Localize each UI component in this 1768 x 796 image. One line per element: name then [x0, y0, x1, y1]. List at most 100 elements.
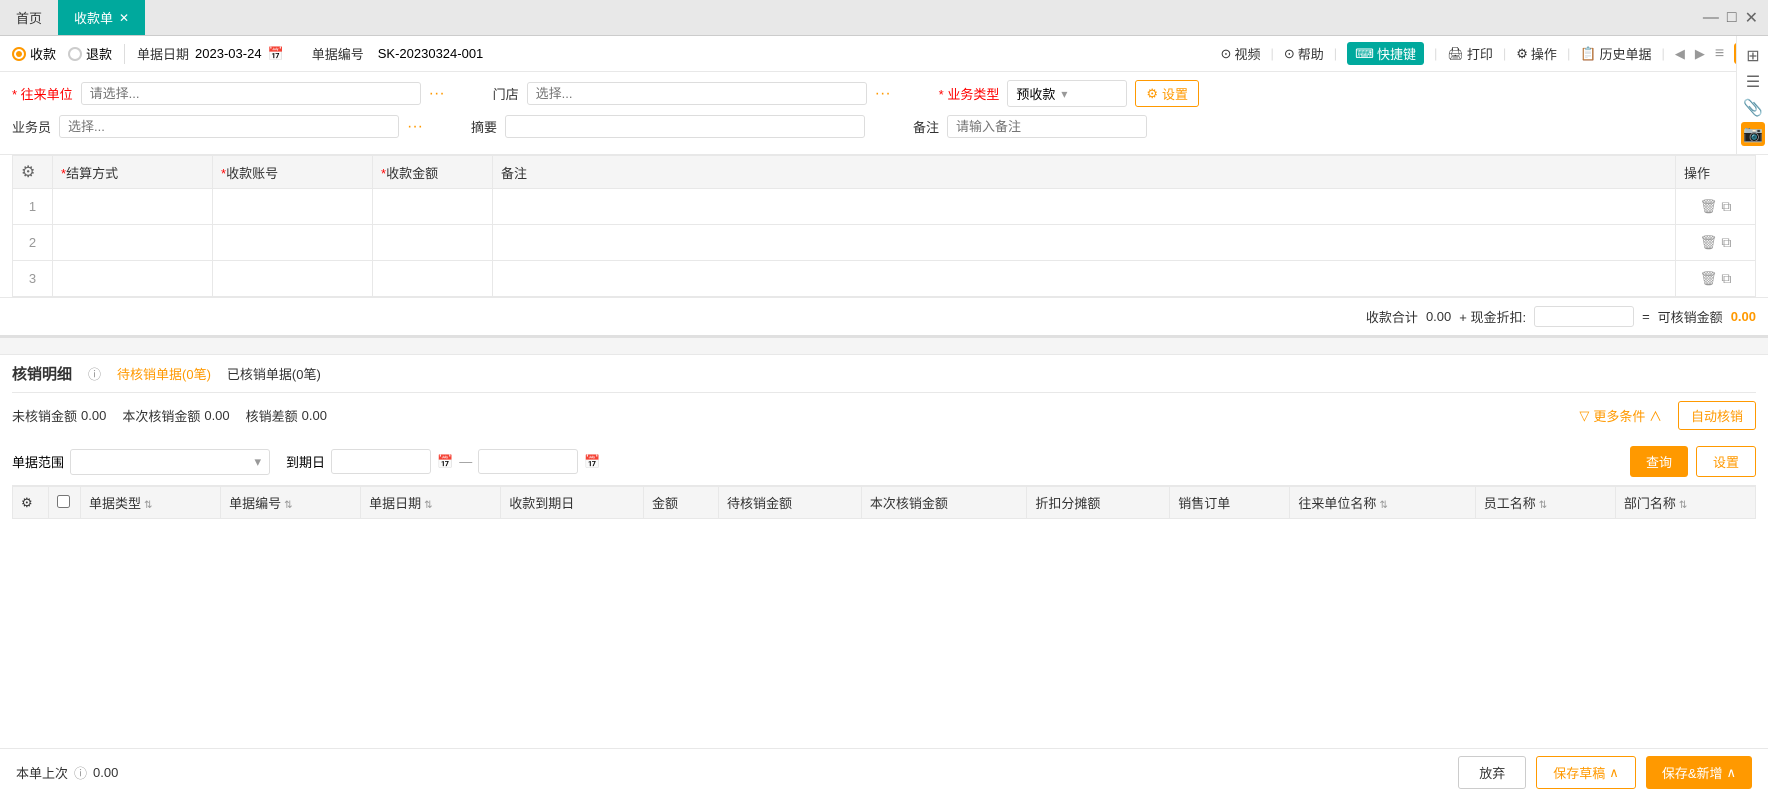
shortcut-icon: ⌨ — [1355, 46, 1374, 62]
save-new-button[interactable]: 保存&新增 ∧ — [1646, 756, 1752, 789]
discount-input[interactable] — [1534, 306, 1634, 327]
tab-close-icon[interactable]: ✕ — [119, 11, 129, 25]
row3-remark[interactable] — [493, 261, 1676, 297]
radio-receipt[interactable]: 收款 — [12, 44, 56, 63]
done-link[interactable]: 已核销单据(0笔) — [227, 364, 321, 383]
filter-settings-button[interactable]: 设置 — [1696, 446, 1756, 477]
abandon-button[interactable]: 放弃 — [1458, 756, 1526, 789]
row1-copy-icon[interactable]: ⧉ — [1721, 198, 1731, 215]
sidebar-camera-icon[interactable]: 📷 — [1741, 122, 1765, 146]
maximize-icon[interactable]: □ — [1727, 9, 1737, 27]
filter-actions: 查询 设置 — [1630, 446, 1756, 477]
radio-refund-label: 退款 — [86, 44, 112, 63]
bottom-table: ⚙ 单据类型⇅ 单据编号⇅ 单据日期⇅ 收款到期日 金额 待核销金额 本次核销金… — [12, 486, 1756, 519]
tab-receipt[interactable]: 收款单 ✕ — [58, 0, 145, 35]
sidebar-table-icon[interactable]: ⊞ — [1741, 44, 1765, 68]
radio-receipt-label: 收款 — [30, 44, 56, 63]
store-label: 门店 — [493, 84, 519, 103]
duedate-end-input[interactable]: 2022-04-12 — [478, 449, 578, 474]
row2-delete-icon[interactable]: 🗑 — [1700, 234, 1718, 251]
print-label: 打印 — [1467, 44, 1493, 63]
row3-account[interactable] — [213, 261, 373, 297]
writeoff-header: 核销明细 ⓘ 待核销单据(0笔) 已核销单据(0笔) — [12, 355, 1756, 393]
store-more-icon[interactable]: ··· — [875, 85, 891, 103]
row3-copy-icon[interactable]: ⧉ — [1721, 270, 1731, 287]
section-divider — [0, 335, 1768, 355]
more-conditions-btn[interactable]: ▽ 更多条件 ∧ — [1579, 406, 1662, 425]
help-btn[interactable]: ⊙ 帮助 — [1284, 44, 1324, 63]
writeoff-section: 核销明细 ⓘ 待核销单据(0笔) 已核销单据(0笔) 未核销金额 0.00 本次… — [0, 355, 1768, 519]
summary-input[interactable] — [505, 115, 865, 138]
writeoff-stats: 未核销金额 0.00 本次核销金额 0.00 核销差额 0.00 ▽ 更多条件 … — [12, 393, 1756, 438]
prev-info-icon[interactable]: ⓘ — [74, 763, 87, 782]
row2-settlement[interactable] — [53, 225, 213, 261]
sidebar-list-icon[interactable]: ☰ — [1741, 70, 1765, 94]
discount-label: + 现金折扣: — [1459, 307, 1526, 326]
query-button[interactable]: 查询 — [1630, 446, 1688, 477]
range-dropdown[interactable]: ▾ — [70, 449, 270, 475]
row3-delete-icon[interactable]: 🗑 — [1700, 270, 1718, 287]
staff-input[interactable] — [59, 115, 399, 138]
shortcut-btn[interactable]: ⌨ 快捷键 — [1347, 42, 1424, 65]
video-btn[interactable]: ⊙ 视频 — [1221, 44, 1261, 63]
list-view-icon[interactable]: ≡ — [1715, 45, 1724, 63]
auto-writeoff-button[interactable]: 自动核销 — [1678, 401, 1756, 430]
duedate-start-input[interactable]: 2022-04-01 — [331, 449, 431, 474]
help-label: 帮助 — [1298, 44, 1324, 63]
writeoff-info-icon[interactable]: ⓘ — [88, 364, 101, 383]
history-btn[interactable]: 📋 历史单据 — [1580, 44, 1651, 63]
row1-delete-icon[interactable]: 🗑 — [1700, 198, 1718, 215]
biztype-value: 预收款 — [1016, 84, 1055, 103]
counterparty-more-icon[interactable]: ··· — [429, 85, 445, 103]
table-settings-icon[interactable]: ⚙ — [21, 164, 35, 181]
store-input[interactable] — [527, 82, 867, 105]
row2-copy-icon[interactable]: ⧉ — [1721, 234, 1731, 251]
operation-btn[interactable]: ⚙ 操作 — [1516, 44, 1557, 63]
staff-more-icon[interactable]: ··· — [407, 118, 423, 136]
save-draft-button[interactable]: 保存草稿 ∧ — [1536, 756, 1636, 789]
date-value: 2023-03-24 — [195, 46, 262, 61]
calendar-start-icon[interactable]: 📅 — [437, 454, 453, 470]
remark-input[interactable] — [947, 115, 1147, 138]
bt-col-check — [49, 487, 81, 519]
right-sidebar: ⊞ ☰ 📎 📷 — [1736, 36, 1768, 154]
prev-label: 本单上次 — [16, 763, 68, 782]
row1-remark[interactable] — [493, 189, 1676, 225]
row2-account[interactable] — [213, 225, 373, 261]
prev-arrow[interactable]: ◀ — [1675, 46, 1685, 62]
window-close-icon[interactable]: ✕ — [1745, 8, 1758, 28]
bt-col-gear: ⚙ — [13, 487, 49, 519]
form-area: * 往来单位 ··· 门店 ··· * 业务类型 预收款 ▾ ⚙ 设置 业务员 … — [0, 72, 1768, 155]
row1-settlement[interactable] — [53, 189, 213, 225]
row1-amount[interactable] — [373, 189, 493, 225]
sidebar-attachment-icon[interactable]: 📎 — [1741, 96, 1765, 120]
bt-gear-icon[interactable]: ⚙ — [21, 495, 33, 510]
biztype-dropdown[interactable]: 预收款 ▾ — [1007, 80, 1127, 107]
next-arrow[interactable]: ▶ — [1695, 46, 1705, 62]
radio-refund[interactable]: 退款 — [68, 44, 112, 63]
counterparty-input[interactable] — [81, 82, 421, 105]
row3-actions: 🗑 ⧉ — [1676, 261, 1756, 297]
tab-home[interactable]: 首页 — [0, 0, 58, 35]
range-chevron-icon: ▾ — [254, 454, 261, 470]
calendar-icon[interactable]: 📅 — [268, 46, 284, 62]
row1-account[interactable] — [213, 189, 373, 225]
tab-receipt-label: 收款单 — [74, 8, 113, 27]
range-label: 单据范围 — [12, 452, 64, 471]
row2-remark[interactable] — [493, 225, 1676, 261]
stat-current-label: 本次核销金额 — [122, 406, 200, 425]
writeoff-title: 核销明细 — [12, 363, 72, 384]
col-amount: *收款金额 — [373, 156, 493, 189]
calendar-end-icon[interactable]: 📅 — [584, 454, 600, 470]
radio-group: 收款 退款 — [12, 44, 112, 63]
row3-settlement[interactable] — [53, 261, 213, 297]
minimize-icon[interactable]: — — [1703, 9, 1719, 27]
row2-amount[interactable] — [373, 225, 493, 261]
shortcut-label: 快捷键 — [1377, 44, 1416, 63]
print-btn[interactable]: 🖨 打印 — [1447, 44, 1493, 63]
settings-button[interactable]: ⚙ 设置 — [1135, 80, 1199, 107]
pending-link[interactable]: 待核销单据(0笔) — [117, 364, 211, 383]
select-all-checkbox[interactable] — [57, 495, 70, 508]
row1-num: 1 — [13, 189, 53, 225]
row3-amount[interactable] — [373, 261, 493, 297]
